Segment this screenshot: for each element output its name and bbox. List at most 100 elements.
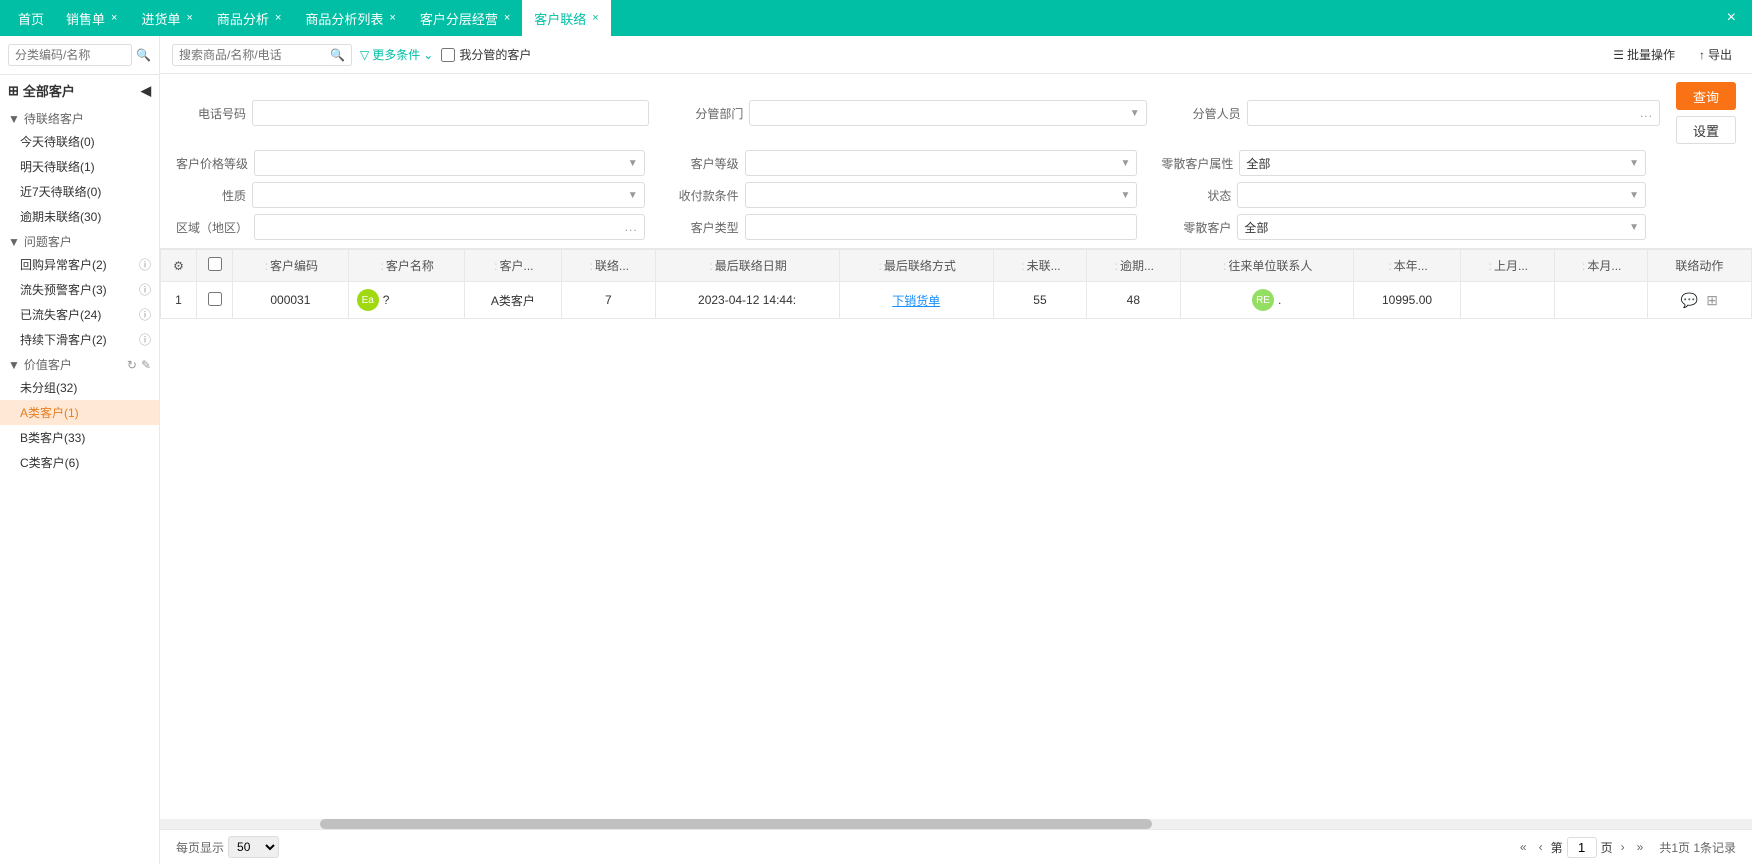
nature-select[interactable]: ▼ (252, 182, 645, 208)
row-checkbox-cell[interactable] (197, 282, 233, 319)
batch-icon: ☰ (1613, 48, 1624, 62)
nav-product-list[interactable]: 商品分析列表 × (293, 0, 407, 36)
search-icon[interactable]: 🔍 (330, 48, 345, 62)
row-checkbox[interactable] (208, 292, 222, 306)
customer-level-label: 客户等级 (669, 155, 739, 172)
nav-customer-segment[interactable]: 客户分层经营 × (408, 0, 522, 36)
this-year-cell: 10995.00 (1353, 282, 1460, 319)
overdue-column-header: :逾期... (1087, 250, 1180, 282)
top-navigation: 首页 销售单 × 进货单 × 商品分析 × 商品分析列表 × 客户分层经营 × … (0, 0, 1752, 36)
sidebar-group-value[interactable]: ▼ 价值客户 ↻ ✎ (0, 352, 159, 375)
close-icon[interactable]: × (111, 12, 117, 24)
nav-customer-contact[interactable]: 客户联络 × (522, 0, 610, 36)
prev-page-button[interactable]: ‹ (1535, 838, 1547, 856)
batch-op-button[interactable]: ☰ 批量操作 (1605, 42, 1683, 67)
first-page-button[interactable]: « (1516, 838, 1531, 856)
sidebar-item-class-b[interactable]: B类客户(33) (0, 425, 159, 450)
my-customers-check[interactable] (441, 48, 455, 62)
dept-label: 分管部门 (673, 105, 743, 122)
sales-label: 销售单 (66, 9, 105, 28)
sidebar-search-input[interactable] (8, 44, 132, 66)
sidebar-all-customers[interactable]: ⊞ 全部客户 ◀ (0, 75, 159, 106)
no-contact-cell: 55 (993, 282, 1086, 319)
toolbar-search-box[interactable]: 🔍 (172, 44, 352, 66)
search-input[interactable] (179, 48, 330, 62)
close-icon[interactable]: × (592, 12, 598, 24)
edit-icon[interactable]: ✎ (141, 358, 151, 372)
retail-attr-select[interactable]: 全部▼ (1239, 150, 1646, 176)
export-button[interactable]: ↑ 导出 (1691, 42, 1740, 67)
query-button[interactable]: 查询 (1676, 82, 1736, 110)
filter-row-4: 区域（地区） ... 客户类型 零散客户 全部▼ (176, 214, 1736, 240)
grid-icon: ⊞ (8, 83, 19, 99)
sidebar-group-problem[interactable]: ▼ 问题客户 (0, 229, 159, 252)
nature-label: 性质 (176, 187, 246, 204)
sidebar-item-repurchase-abnormal[interactable]: 回购异常客户(2) ⓘ (0, 252, 159, 277)
customer-type-input[interactable] (745, 214, 1138, 240)
sidebar-item-class-c[interactable]: C类客户(6) (0, 450, 159, 475)
phone-input[interactable] (252, 100, 649, 126)
last-month-cell (1461, 282, 1554, 319)
sidebar-item-ungrouped[interactable]: 未分组(32) (0, 375, 159, 400)
customer-name-text: ? (383, 293, 390, 307)
customer-name-cell: Ea ? (348, 282, 464, 319)
filter-cell-phone: 电话号码 (176, 100, 673, 126)
close-icon[interactable]: × (504, 12, 510, 24)
price-level-select[interactable]: ▼ (254, 150, 645, 176)
person-cell: RE . (1180, 282, 1353, 319)
nav-home[interactable]: 首页 (8, 0, 54, 36)
status-label: 状态 (1161, 187, 1231, 204)
sidebar-group-pending[interactable]: ▼ 待联络客户 (0, 106, 159, 129)
my-customers-checkbox[interactable]: 我分管的客户 (441, 46, 531, 63)
table-row: 1 000031 Ea ? A类客户 7 2023-04-12 14:44: (161, 282, 1752, 319)
horizontal-scrollbar[interactable] (160, 819, 1752, 829)
sidebar-item-overdue-contact[interactable]: 逾期未联络(30) (0, 204, 159, 229)
sidebar-search-icon[interactable]: 🔍 (136, 48, 151, 62)
payment-select[interactable]: ▼ (745, 182, 1138, 208)
sidebar-item-7days[interactable]: 近7天待联络(0) (0, 179, 159, 204)
page-number-input[interactable] (1567, 837, 1597, 858)
sidebar-item-tomorrow[interactable]: 明天待联络(1) (0, 154, 159, 179)
table-wrapper: ⚙ :客户编码 :客户名称 :客户... :联络... :最后联络日期 :最后联… (160, 249, 1752, 819)
filter-cell-customer-level: 客户等级 ▼ (669, 150, 1162, 176)
content-area: 🔍 ▽ 更多条件 ⌄ 我分管的客户 ☰ 批量操作 ↑ 导出 (160, 36, 1752, 864)
last-page-button[interactable]: » (1633, 838, 1648, 856)
next-page-button[interactable]: › (1617, 838, 1629, 856)
sidebar-item-churned[interactable]: 已流失客户(24) ⓘ (0, 302, 159, 327)
filter-cell-retail-customer: 零散客户 全部▼ (1161, 214, 1654, 240)
sidebar-item-declining[interactable]: 持续下滑客户(2) ⓘ (0, 327, 159, 352)
filter-more-button[interactable]: ▽ 更多条件 ⌄ (360, 46, 433, 63)
comment-icon[interactable]: 💬 (1681, 292, 1698, 309)
nav-purchase[interactable]: 进货单 × (129, 0, 204, 36)
settings-button[interactable]: 设置 (1676, 116, 1736, 144)
close-icon[interactable]: × (186, 12, 192, 24)
status-select[interactable]: ▼ (1237, 182, 1646, 208)
refresh-icon[interactable]: ↻ (127, 358, 137, 372)
filter-cell-dept: 分管部门 ▼ (673, 100, 1170, 126)
window-close-button[interactable]: × (1719, 9, 1744, 27)
region-input[interactable]: ... (254, 214, 645, 240)
dept-select[interactable]: ▼ (749, 100, 1146, 126)
close-icon[interactable]: × (389, 12, 395, 24)
last-method-link[interactable]: 下销货单 (892, 294, 940, 308)
select-all-checkbox[interactable] (208, 257, 222, 271)
qr-icon[interactable]: ⊞ (1706, 292, 1718, 309)
page-label: 第 (1551, 839, 1563, 856)
collapse-icon[interactable]: ◀ (141, 83, 151, 99)
purchase-label: 进货单 (141, 9, 180, 28)
settings-column-header[interactable]: ⚙ (161, 250, 197, 282)
overdue-cell: 48 (1087, 282, 1180, 319)
checkbox-column-header[interactable] (197, 250, 233, 282)
page-size-select[interactable]: 50 20 100 (228, 836, 279, 858)
close-icon[interactable]: × (275, 12, 281, 24)
sidebar-item-churn-warning[interactable]: 流失预警客户(3) ⓘ (0, 277, 159, 302)
customer-contact-label: 客户联络 (534, 9, 586, 28)
nav-sales[interactable]: 销售单 × (54, 0, 129, 36)
person-input[interactable]: ... (1247, 100, 1660, 126)
sidebar-item-class-a[interactable]: A类客户(1) (0, 400, 159, 425)
customer-level-select[interactable]: ▼ (745, 150, 1138, 176)
nav-product-analysis[interactable]: 商品分析 × (205, 0, 293, 36)
retail-customer-select[interactable]: 全部▼ (1237, 214, 1646, 240)
contact-column-header: :联络... (562, 250, 655, 282)
sidebar-item-today[interactable]: 今天待联络(0) (0, 129, 159, 154)
